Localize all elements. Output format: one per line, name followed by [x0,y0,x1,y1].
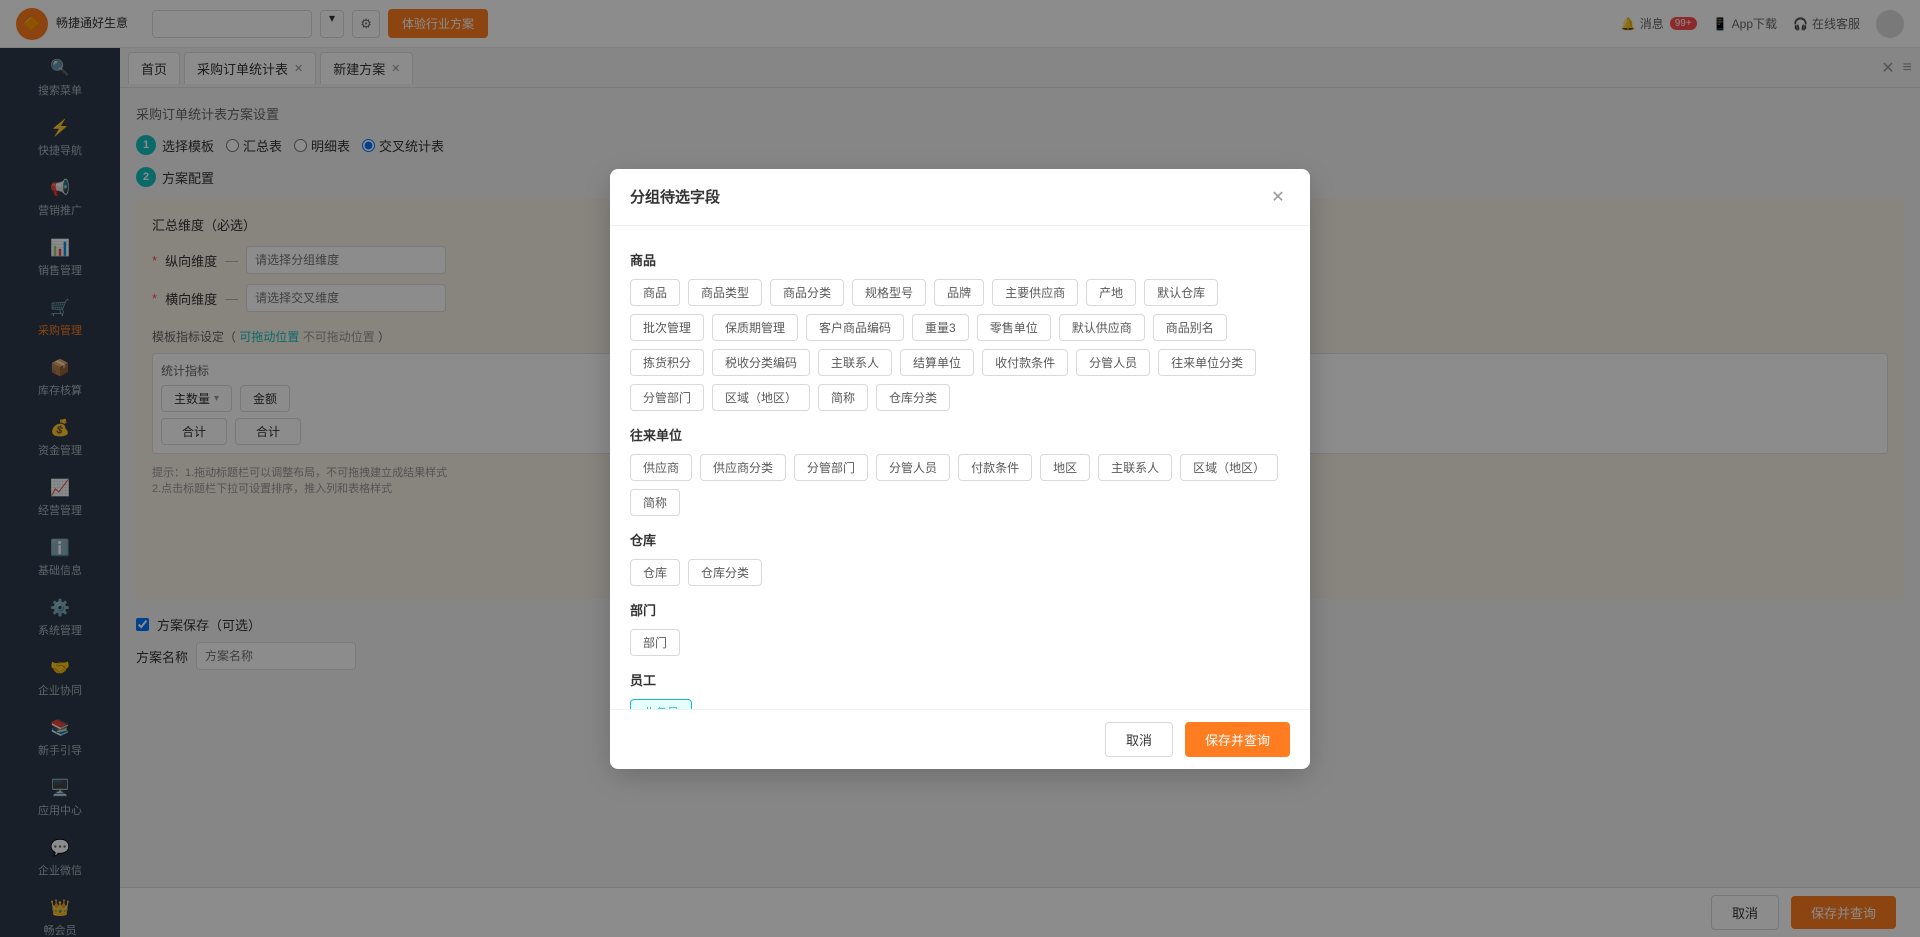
modal-overlay: 分组待选字段 ✕ 商品商品商品类型商品分类规格型号品牌主要供应商产地默认仓库批次… [0,0,1920,937]
field-tag[interactable]: 拣货积分 [630,349,704,376]
modal-footer: 取消 保存并查询 [610,709,1310,769]
field-tag[interactable]: 往来单位分类 [1158,349,1256,376]
field-section-title-员工: 员工 [630,670,1290,689]
modal-header: 分组待选字段 ✕ [610,169,1310,226]
field-grid-员工: 业务员 [630,699,1290,709]
field-tag[interactable]: 商品类型 [688,279,762,306]
field-tag[interactable]: 主联系人 [818,349,892,376]
field-tag[interactable]: 主联系人 [1098,454,1172,481]
field-tag[interactable]: 分管人员 [876,454,950,481]
field-tag[interactable]: 批次管理 [630,314,704,341]
modal-cancel-button[interactable]: 取消 [1105,722,1173,757]
field-tag[interactable]: 分管部门 [630,384,704,411]
field-tag[interactable]: 仓库分类 [688,559,762,586]
field-tag[interactable]: 保质期管理 [712,314,798,341]
field-section-title-往来单位: 往来单位 [630,425,1290,444]
field-section-title-部门: 部门 [630,600,1290,619]
field-tag[interactable]: 默认仓库 [1144,279,1218,306]
field-tag[interactable]: 默认供应商 [1059,314,1145,341]
modal-confirm-button[interactable]: 保存并查询 [1185,722,1290,757]
field-tag[interactable]: 部门 [630,629,680,656]
field-tag[interactable]: 商品 [630,279,680,306]
field-tag[interactable]: 客户商品编码 [806,314,904,341]
field-tag[interactable]: 商品分类 [770,279,844,306]
field-tag[interactable]: 付款条件 [958,454,1032,481]
field-tag[interactable]: 区域（地区） [1180,454,1278,481]
field-tag[interactable]: 主要供应商 [992,279,1078,306]
field-grid-往来单位: 供应商供应商分类分管部门分管人员付款条件地区主联系人区域（地区） 简称 [630,454,1290,516]
field-tag[interactable]: 供应商分类 [700,454,786,481]
field-section-title-商品: 商品 [630,250,1290,269]
field-tag[interactable]: 简称 [630,489,680,516]
field-tag[interactable]: 区域（地区） [712,384,810,411]
field-tag[interactable]: 重量3 [912,314,969,341]
field-tag[interactable]: 税收分类编码 [712,349,810,376]
field-tag[interactable]: 仓库分类 [876,384,950,411]
field-tag[interactable]: 收付款条件 [982,349,1068,376]
modal-dialog: 分组待选字段 ✕ 商品商品商品类型商品分类规格型号品牌主要供应商产地默认仓库批次… [610,169,1310,769]
field-tag[interactable]: 分管人员 [1076,349,1150,376]
field-tag[interactable]: 零售单位 [977,314,1051,341]
field-section-title-仓库: 仓库 [630,530,1290,549]
field-tag[interactable]: 简称 [818,384,868,411]
field-tag[interactable]: 结算单位 [900,349,974,376]
field-tag[interactable]: 规格型号 [852,279,926,306]
field-grid-仓库: 仓库仓库分类 [630,559,1290,586]
modal-close-button[interactable]: ✕ [1266,185,1290,209]
field-tag[interactable]: 业务员 [630,699,692,709]
field-tag[interactable]: 产地 [1086,279,1136,306]
field-grid-商品: 商品商品类型商品分类规格型号品牌主要供应商产地默认仓库批次管理保质期管理客户商品… [630,279,1290,411]
field-tag[interactable]: 分管部门 [794,454,868,481]
field-grid-部门: 部门 [630,629,1290,656]
modal-body: 商品商品商品类型商品分类规格型号品牌主要供应商产地默认仓库批次管理保质期管理客户… [610,226,1310,709]
modal-title: 分组待选字段 [630,186,720,207]
field-tag[interactable]: 地区 [1040,454,1090,481]
field-tag[interactable]: 供应商 [630,454,692,481]
field-tag[interactable]: 商品别名 [1153,314,1227,341]
field-tag[interactable]: 仓库 [630,559,680,586]
field-tag[interactable]: 品牌 [934,279,984,306]
